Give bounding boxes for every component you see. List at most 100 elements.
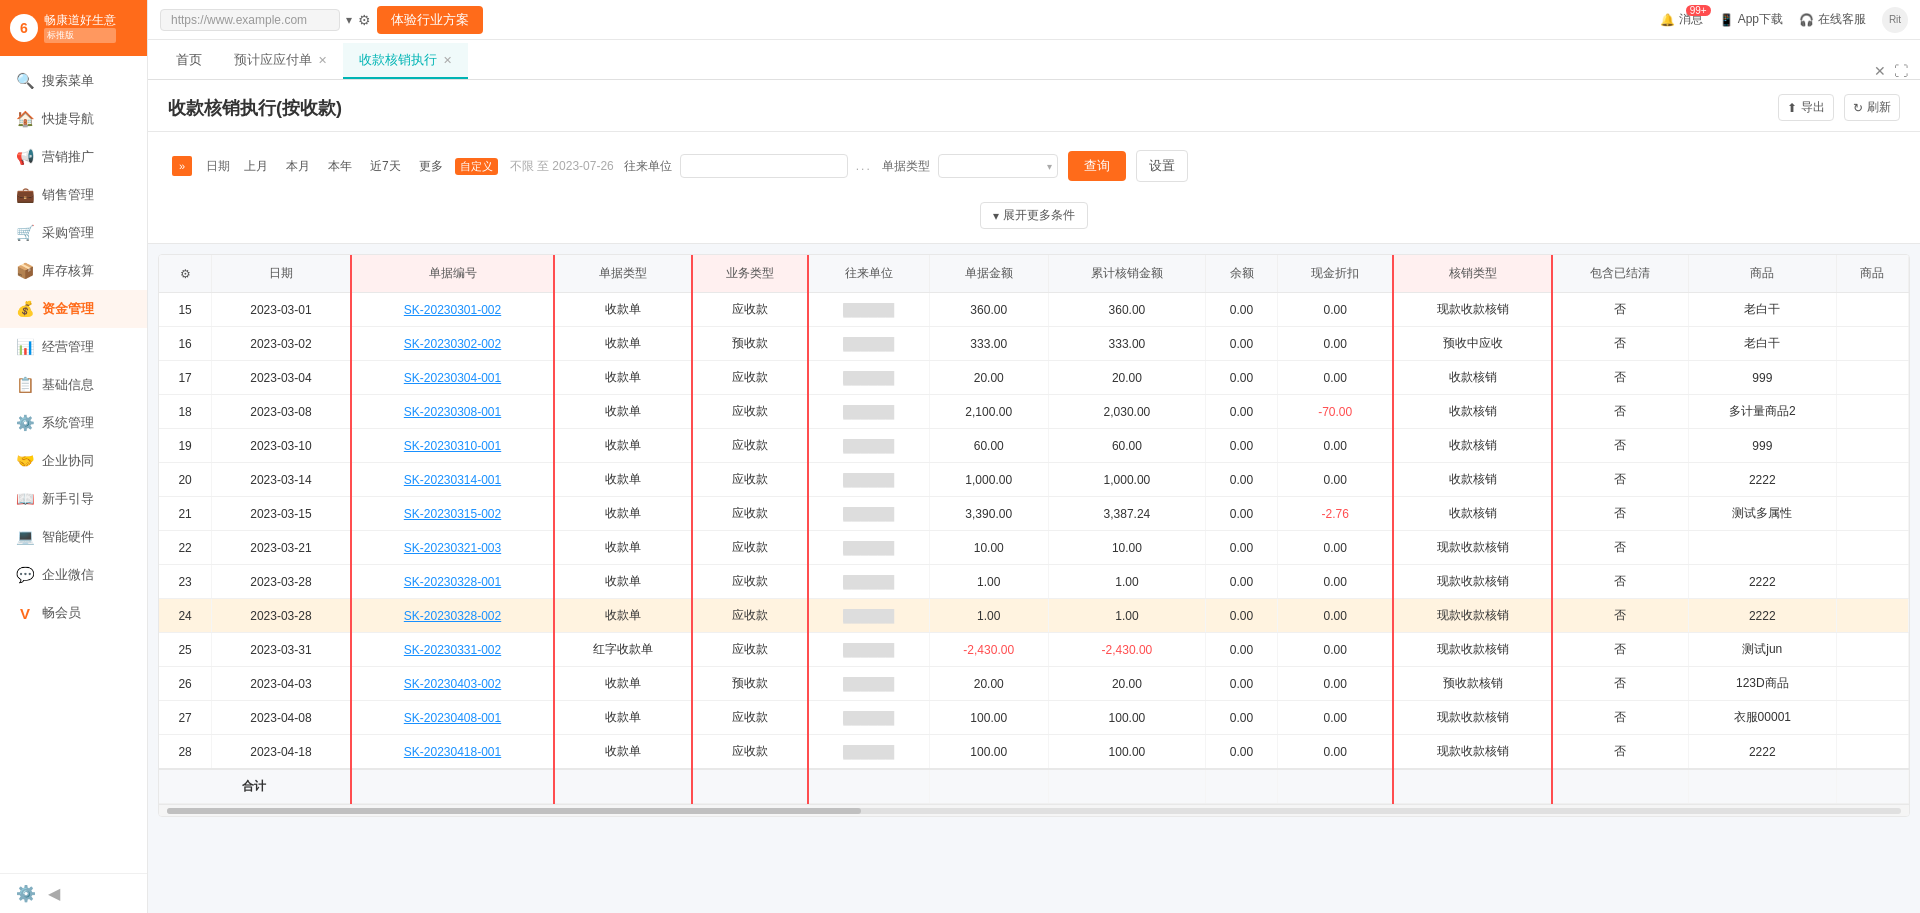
prev-month-btn[interactable]: 上月 bbox=[238, 156, 274, 177]
col-settled-header: 包含已结清 bbox=[1552, 255, 1689, 293]
cell-counterpart: ██████ bbox=[808, 463, 929, 497]
cell-biztype: 应收款 bbox=[692, 497, 808, 531]
cell-docno: SK-20230418-001 bbox=[351, 735, 555, 770]
refresh-button[interactable]: ↻ 刷新 bbox=[1844, 94, 1900, 121]
doc-no-link[interactable]: SK-20230408-001 bbox=[404, 711, 501, 725]
industry-solution-button[interactable]: 体验行业方案 bbox=[377, 6, 483, 34]
sidebar-item-member[interactable]: V 畅会员 bbox=[0, 594, 147, 632]
settings-footer-icon[interactable]: ⚙️ bbox=[16, 884, 36, 903]
sidebar-item-wechat[interactable]: 💬 企业微信 bbox=[0, 556, 147, 594]
cell-docno: SK-20230310-001 bbox=[351, 429, 555, 463]
doc-no-link[interactable]: SK-20230301-002 bbox=[404, 303, 501, 317]
col-counterpart-header: 往来单位 bbox=[808, 255, 929, 293]
export-button[interactable]: ⬆ 导出 bbox=[1778, 94, 1834, 121]
more-date-btn[interactable]: 更多 bbox=[413, 156, 449, 177]
sidebar-item-finance[interactable]: 💰 资金管理 bbox=[0, 290, 147, 328]
tab-collection-close[interactable]: ✕ bbox=[443, 54, 452, 67]
query-button[interactable]: 查询 bbox=[1068, 151, 1126, 181]
cell-counterpart: ██████ bbox=[808, 565, 929, 599]
data-table: ⚙ 日期 单据编号 单据类型 业务类型 往来单位 单据金额 累计核销金额 余额 … bbox=[159, 255, 1909, 804]
doc-no-link[interactable]: SK-20230302-002 bbox=[404, 337, 501, 351]
doc-no-link[interactable]: SK-20230328-001 bbox=[404, 575, 501, 589]
table-row: 22 2023-03-21 SK-20230321-003 收款单 应收款 ██… bbox=[159, 531, 1909, 565]
doc-no-link[interactable]: SK-20230418-001 bbox=[404, 745, 501, 759]
cell-cashdisc: -2.76 bbox=[1278, 497, 1394, 531]
online-service-button[interactable]: 🎧 在线客服 bbox=[1799, 11, 1866, 28]
doctype-select[interactable]: 收款单 红字收款单 bbox=[938, 154, 1058, 178]
table-header-row: ⚙ 日期 单据编号 单据类型 业务类型 往来单位 单据金额 累计核销金额 余额 … bbox=[159, 255, 1909, 293]
doc-no-link[interactable]: SK-20230310-001 bbox=[404, 439, 501, 453]
tab-home[interactable]: 首页 bbox=[160, 43, 218, 79]
cell-cashdisc: 0.00 bbox=[1278, 633, 1394, 667]
collapse-icon[interactable]: ◀ bbox=[48, 884, 60, 903]
cell-cumulative: 1.00 bbox=[1048, 565, 1205, 599]
expand-arrow-icon[interactable]: » bbox=[172, 156, 192, 176]
topbar-dropdown-icon[interactable]: ▾ bbox=[346, 13, 352, 27]
scrollbar-thumb[interactable] bbox=[167, 808, 861, 814]
filter-more-dots[interactable]: ... bbox=[856, 159, 872, 173]
this-year-btn[interactable]: 本年 bbox=[322, 156, 358, 177]
cell-no: 28 bbox=[159, 735, 212, 770]
cell-amount: 10.00 bbox=[929, 531, 1048, 565]
tab-receivable-close[interactable]: ✕ bbox=[318, 54, 327, 67]
sidebar-item-marketing[interactable]: 📢 营销推广 bbox=[0, 138, 147, 176]
cell-cashdisc: 0.00 bbox=[1278, 327, 1394, 361]
cell-settled: 否 bbox=[1552, 429, 1689, 463]
topbar-gear-icon[interactable]: ⚙ bbox=[358, 12, 371, 28]
sidebar-item-purchase[interactable]: 🛒 采购管理 bbox=[0, 214, 147, 252]
doc-no-link[interactable]: SK-20230315-002 bbox=[404, 507, 501, 521]
sidebar-item-system[interactable]: ⚙️ 系统管理 bbox=[0, 404, 147, 442]
cell-settled: 否 bbox=[1552, 701, 1689, 735]
col-goods-header: 商品 bbox=[1689, 255, 1837, 293]
cell-biztype: 应收款 bbox=[692, 599, 808, 633]
url-input[interactable] bbox=[160, 9, 340, 31]
doc-no-link[interactable]: SK-20230308-001 bbox=[404, 405, 501, 419]
doc-no-link[interactable]: SK-20230321-003 bbox=[404, 541, 501, 555]
cell-cashdisc: 0.00 bbox=[1278, 565, 1394, 599]
cell-date: 2023-03-10 bbox=[212, 429, 351, 463]
cell-counterpart: ██████ bbox=[808, 293, 929, 327]
notifications-button[interactable]: 🔔 消息 99+ bbox=[1660, 11, 1703, 28]
doc-no-link[interactable]: SK-20230328-002 bbox=[404, 609, 501, 623]
maximize-tab-button[interactable]: ⛶ bbox=[1894, 63, 1908, 79]
sidebar-item-info[interactable]: 📋 基础信息 bbox=[0, 366, 147, 404]
sales-icon: 💼 bbox=[16, 186, 34, 204]
doc-no-link[interactable]: SK-20230403-002 bbox=[404, 677, 501, 691]
cell-goods: 2222 bbox=[1689, 565, 1837, 599]
doc-no-link[interactable]: SK-20230331-002 bbox=[404, 643, 501, 657]
sidebar-item-management[interactable]: 📊 经营管理 bbox=[0, 328, 147, 366]
cell-no: 26 bbox=[159, 667, 212, 701]
settings-button[interactable]: 设置 bbox=[1136, 150, 1188, 182]
sidebar-item-corp[interactable]: 🤝 企业协同 bbox=[0, 442, 147, 480]
table-row: 23 2023-03-28 SK-20230328-001 收款单 应收款 ██… bbox=[159, 565, 1909, 599]
doc-no-link[interactable]: SK-20230304-001 bbox=[404, 371, 501, 385]
recent7-btn[interactable]: 近7天 bbox=[364, 156, 407, 177]
counterpart-input[interactable] bbox=[680, 154, 848, 178]
sidebar-item-sales[interactable]: 💼 销售管理 bbox=[0, 176, 147, 214]
cell-amount: 1.00 bbox=[929, 565, 1048, 599]
custom-date-btn[interactable]: 自定义 bbox=[455, 158, 498, 175]
expand-more-conditions-button[interactable]: ▾ 展开更多条件 bbox=[980, 202, 1088, 229]
sidebar-item-search[interactable]: 🔍 搜索菜单 bbox=[0, 62, 147, 100]
close-tab-button[interactable]: ✕ bbox=[1874, 63, 1886, 79]
sidebar-item-quicknav[interactable]: 🏠 快捷导航 bbox=[0, 100, 147, 138]
cell-amount: 1.00 bbox=[929, 599, 1048, 633]
tab-collection[interactable]: 收款核销执行 ✕ bbox=[343, 43, 468, 79]
tab-receivable[interactable]: 预计应应付单 ✕ bbox=[218, 43, 343, 79]
horizontal-scrollbar[interactable] bbox=[159, 804, 1909, 816]
cell-canceltype: 现款收款核销 bbox=[1393, 293, 1552, 327]
cell-goods bbox=[1689, 531, 1837, 565]
user-avatar[interactable]: Rit bbox=[1882, 7, 1908, 33]
sidebar-item-guide[interactable]: 📖 新手引导 bbox=[0, 480, 147, 518]
cell-cumulative: 100.00 bbox=[1048, 735, 1205, 770]
cell-goods: 衣服00001 bbox=[1689, 701, 1837, 735]
doc-no-link[interactable]: SK-20230314-001 bbox=[404, 473, 501, 487]
cell-canceltype: 现款收款核销 bbox=[1393, 701, 1552, 735]
sidebar-item-device[interactable]: 💻 智能硬件 bbox=[0, 518, 147, 556]
cell-doctype: 收款单 bbox=[554, 599, 692, 633]
sidebar-item-inventory[interactable]: 📦 库存核算 bbox=[0, 252, 147, 290]
app-download-button[interactable]: 📱 App下载 bbox=[1719, 11, 1783, 28]
filter-doctype-section: 单据类型 收款单 红字收款单 bbox=[882, 154, 1058, 178]
col-settings-header[interactable]: ⚙ bbox=[159, 255, 212, 293]
this-month-btn[interactable]: 本月 bbox=[280, 156, 316, 177]
